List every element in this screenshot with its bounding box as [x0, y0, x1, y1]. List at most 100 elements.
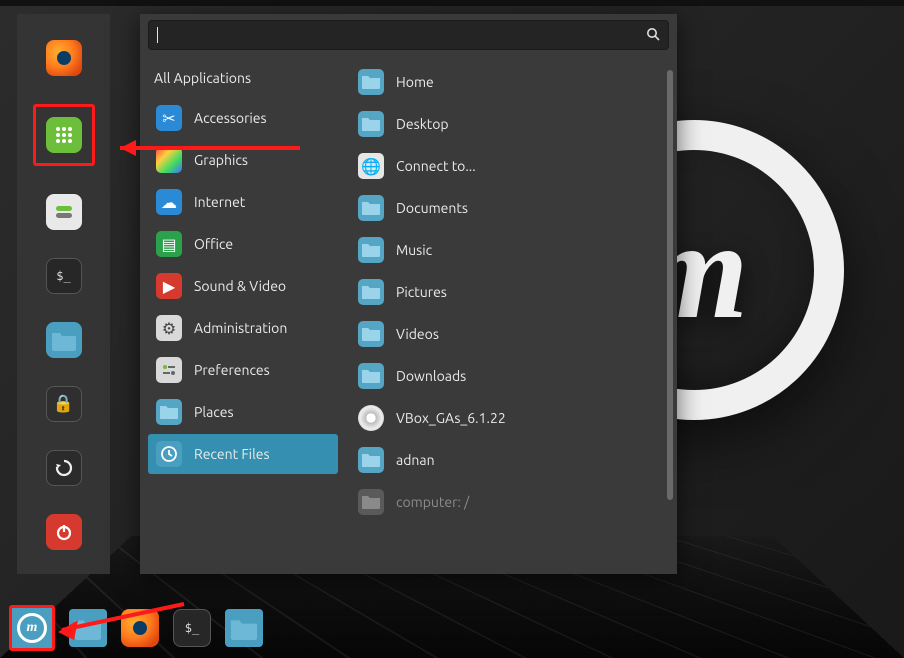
highlight-box-apps: [33, 104, 95, 166]
category-sound-video[interactable]: ▶ Sound & Video: [148, 266, 338, 306]
clock-icon: [156, 441, 182, 467]
category-label: Recent Files: [194, 446, 270, 462]
category-label: Accessories: [194, 110, 267, 126]
terminal-icon: $_: [185, 621, 199, 635]
place-videos[interactable]: Videos: [350, 314, 663, 354]
application-menu: All Applications ✂ Accessories Graphics …: [140, 14, 677, 574]
taskbar-firefox[interactable]: [121, 609, 159, 647]
place-label: Music: [396, 242, 432, 258]
categories-column: All Applications ✂ Accessories Graphics …: [140, 54, 342, 574]
rainbow-icon: [156, 147, 182, 173]
fav-lock[interactable]: 🔒: [46, 386, 82, 422]
cloud-icon: ☁: [156, 189, 182, 215]
firefox-icon: [128, 616, 152, 640]
place-vbox-gas[interactable]: VBox_GAs_6.1.22: [350, 398, 663, 438]
folder-icon: [358, 321, 384, 347]
taskbar: m $_: [5, 603, 899, 653]
place-downloads[interactable]: Downloads: [350, 356, 663, 396]
category-places[interactable]: Places: [148, 392, 338, 432]
place-label: adnan: [396, 452, 435, 468]
firefox-icon: [52, 46, 76, 70]
search-row: [140, 14, 677, 54]
folder-icon: [358, 279, 384, 305]
scissor-icon: ✂: [156, 105, 182, 131]
taskbar-files[interactable]: [69, 609, 107, 647]
gear-icon: ⚙: [156, 315, 182, 341]
category-office[interactable]: ▤ Office: [148, 224, 338, 264]
place-label: Connect to...: [396, 158, 476, 174]
places-column: Home Desktop 🌐 Connect to... Documents M…: [342, 54, 677, 574]
lock-icon: 🔒: [53, 394, 74, 414]
place-label: Videos: [396, 326, 439, 342]
category-internet[interactable]: ☁ Internet: [148, 182, 338, 222]
category-label: Office: [194, 236, 233, 252]
terminal-icon: $_: [56, 269, 70, 283]
folder-icon: [358, 69, 384, 95]
fav-firefox[interactable]: [46, 40, 82, 76]
folder-icon: [358, 363, 384, 389]
favorites-sidebar: $_ 🔒: [17, 14, 110, 574]
category-label: Preferences: [194, 362, 270, 378]
folder-icon: [51, 329, 77, 351]
folder-icon: [156, 399, 182, 425]
category-recent-files[interactable]: Recent Files: [148, 434, 338, 474]
fav-files[interactable]: [46, 322, 82, 358]
place-label: Downloads: [396, 368, 466, 384]
fav-settings[interactable]: [46, 194, 82, 230]
reload-icon: [54, 458, 74, 478]
place-adnan[interactable]: adnan: [350, 440, 663, 480]
place-label: Home: [396, 74, 434, 90]
folder-icon: [358, 111, 384, 137]
globe-icon: 🌐: [358, 153, 384, 179]
search-box[interactable]: [148, 20, 669, 50]
place-label: Documents: [396, 200, 468, 216]
place-label: Desktop: [396, 116, 449, 132]
fav-power[interactable]: [46, 514, 82, 550]
category-label: Graphics: [194, 152, 248, 168]
categories-header[interactable]: All Applications: [148, 62, 338, 96]
category-label: Administration: [194, 320, 287, 336]
top-border: [0, 0, 904, 6]
start-menu-button[interactable]: m: [9, 605, 55, 651]
folder-icon: [358, 237, 384, 263]
category-label: Internet: [194, 194, 245, 210]
taskbar-files-open[interactable]: [225, 609, 263, 647]
power-icon: [54, 522, 74, 542]
scrollbar[interactable]: [667, 70, 673, 500]
search-input[interactable]: [158, 27, 646, 43]
place-home[interactable]: Home: [350, 62, 663, 102]
taskbar-terminal[interactable]: $_: [173, 609, 211, 647]
category-preferences[interactable]: Preferences: [148, 350, 338, 390]
folder-icon: [358, 195, 384, 221]
folder-icon: [229, 616, 259, 640]
grid-icon: [54, 125, 74, 145]
place-label: computer: /: [396, 494, 469, 510]
mint-icon: m: [17, 613, 47, 643]
disc-icon: [358, 405, 384, 431]
folder-icon: [73, 616, 103, 640]
category-graphics[interactable]: Graphics: [148, 140, 338, 180]
category-label: Sound & Video: [194, 278, 286, 294]
place-documents[interactable]: Documents: [350, 188, 663, 228]
fav-terminal[interactable]: $_: [46, 258, 82, 294]
category-accessories[interactable]: ✂ Accessories: [148, 98, 338, 138]
place-label: Pictures: [396, 284, 447, 300]
place-music[interactable]: Music: [350, 230, 663, 270]
folder-icon: [358, 447, 384, 473]
fav-apps-grid[interactable]: [46, 117, 82, 153]
category-label: Places: [194, 404, 234, 420]
place-label: VBox_GAs_6.1.22: [396, 410, 506, 426]
menu-body: All Applications ✂ Accessories Graphics …: [140, 54, 677, 574]
category-administration[interactable]: ⚙ Administration: [148, 308, 338, 348]
toggle-icon: [53, 201, 75, 223]
pref-icon: [156, 357, 182, 383]
office-icon: ▤: [156, 231, 182, 257]
place-computer-root[interactable]: computer: /: [350, 482, 663, 522]
search-icon: [646, 27, 660, 44]
play-icon: ▶: [156, 273, 182, 299]
place-desktop[interactable]: Desktop: [350, 104, 663, 144]
folder-dim-icon: [358, 489, 384, 515]
place-pictures[interactable]: Pictures: [350, 272, 663, 312]
fav-restart[interactable]: [46, 450, 82, 486]
place-connect-to[interactable]: 🌐 Connect to...: [350, 146, 663, 186]
